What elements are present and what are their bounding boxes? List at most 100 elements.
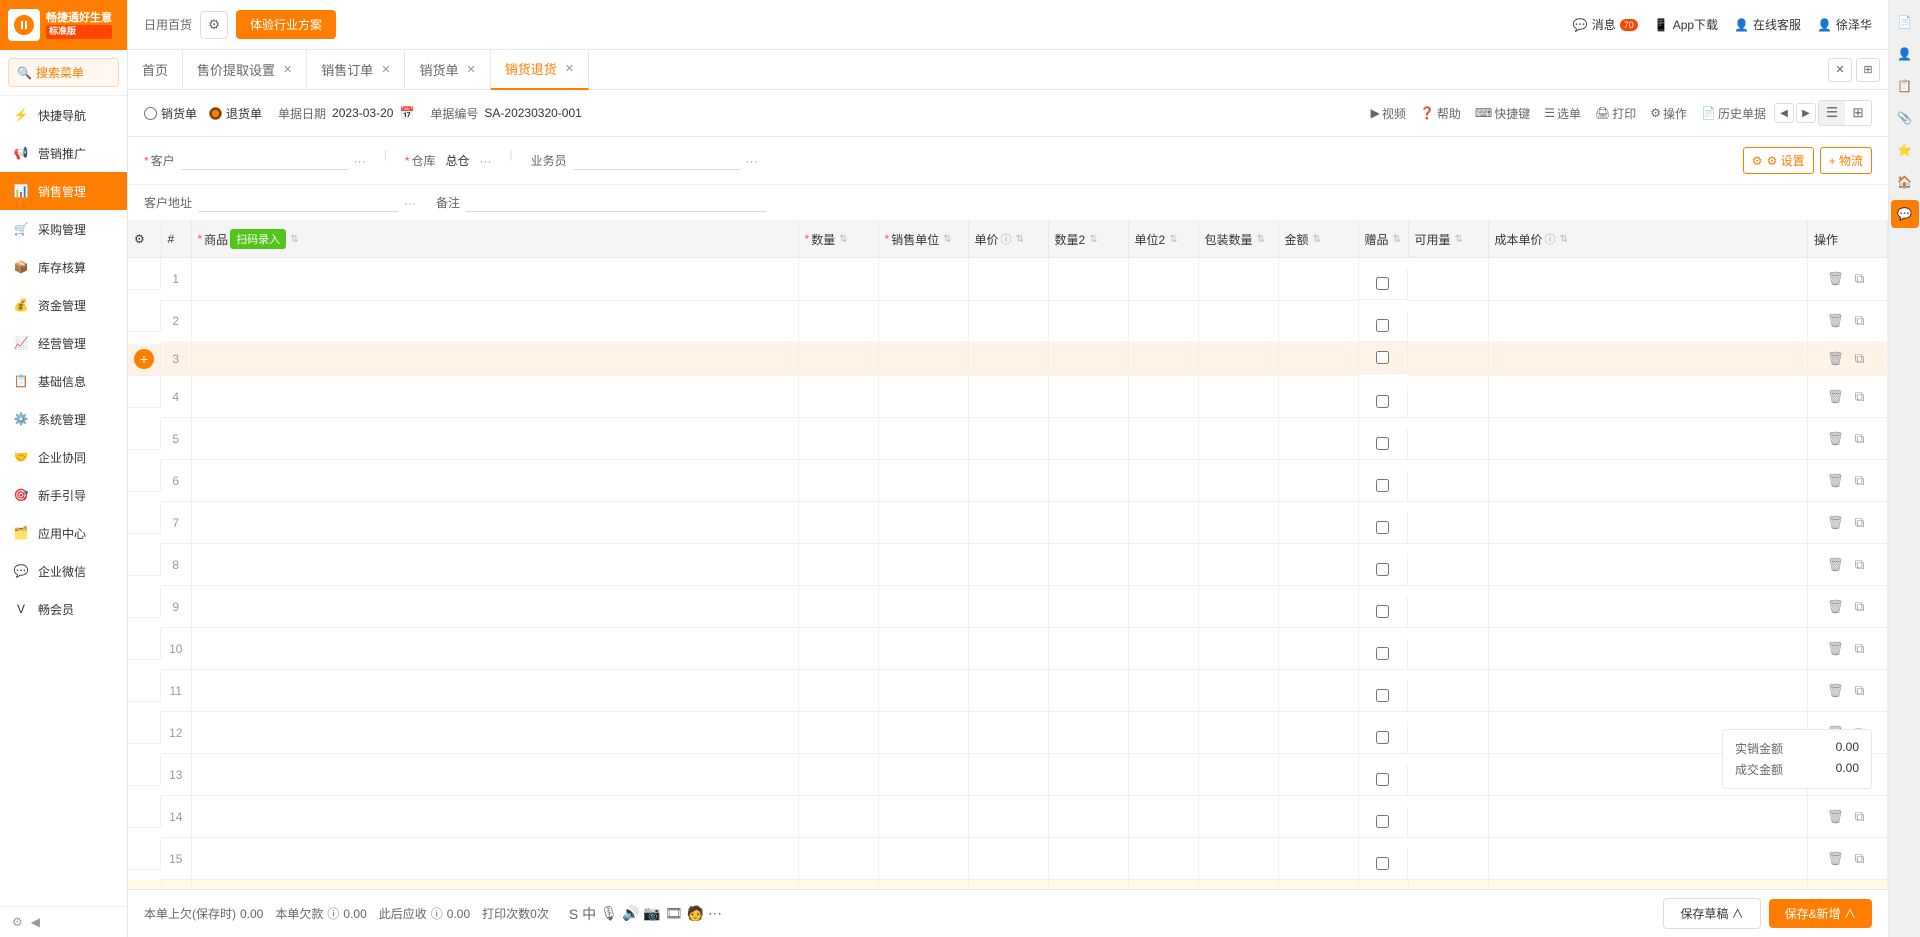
row-qty2[interactable]: [1048, 258, 1128, 301]
row-gift[interactable]: [1359, 848, 1409, 880]
row-quantity[interactable]: [798, 460, 878, 502]
delete-row-btn[interactable]: 🗑: [1826, 597, 1846, 617]
row-unit[interactable]: [878, 586, 968, 628]
row-unit[interactable]: [878, 796, 968, 838]
row-available[interactable]: [1408, 712, 1488, 754]
copy-row-btn[interactable]: ⧉: [1850, 387, 1870, 407]
save-new-button[interactable]: 保存&新增 ∧: [1769, 899, 1872, 928]
row-quantity[interactable]: [798, 418, 878, 460]
product-input[interactable]: [198, 351, 792, 366]
next-record-btn[interactable]: ▶: [1796, 103, 1816, 123]
sidebar-item-apps[interactable]: 🗂️ 应用中心: [0, 514, 127, 552]
row-pack-qty[interactable]: [1198, 754, 1278, 796]
right-icon-list[interactable]: 📋: [1891, 72, 1919, 100]
row-quantity[interactable]: [798, 376, 878, 418]
customer-dots[interactable]: ···: [354, 154, 366, 168]
row-qty2[interactable]: [1048, 796, 1128, 838]
row-gift[interactable]: [1359, 638, 1409, 670]
row-price[interactable]: [968, 376, 1048, 418]
row-price[interactable]: [968, 796, 1048, 838]
row-cost-price[interactable]: [1488, 796, 1807, 838]
copy-row-btn[interactable]: ⧉: [1850, 349, 1870, 369]
row-price[interactable]: [968, 670, 1048, 712]
row-available[interactable]: [1408, 258, 1488, 301]
messages-item[interactable]: 💬 消息 70: [1573, 16, 1638, 33]
row-cost-price[interactable]: [1488, 376, 1807, 418]
select-btn[interactable]: ☰ 选单: [1538, 102, 1587, 125]
tab-sales-delivery-close[interactable]: ✕: [467, 63, 476, 76]
app-download-item[interactable]: 📱 App下载: [1654, 16, 1718, 33]
row-unit[interactable]: [878, 544, 968, 586]
row-product[interactable]: [191, 544, 798, 586]
tab-close-all[interactable]: ✕: [1828, 58, 1852, 82]
gift-checkbox[interactable]: [1376, 563, 1389, 576]
row-available[interactable]: [1408, 754, 1488, 796]
row-cost-price[interactable]: [1488, 418, 1807, 460]
print-btn[interactable]: 🖨 打印: [1589, 102, 1642, 125]
radio-sales[interactable]: 销货单: [144, 105, 197, 122]
row-quantity[interactable]: [798, 754, 878, 796]
copy-row-btn[interactable]: ⧉: [1850, 807, 1870, 827]
row-product[interactable]: [191, 796, 798, 838]
row-quantity[interactable]: [798, 712, 878, 754]
row-qty2[interactable]: [1048, 460, 1128, 502]
row-product[interactable]: [191, 586, 798, 628]
sidebar-item-basic[interactable]: 📋 基础信息: [0, 362, 127, 400]
row-unit[interactable]: [878, 342, 968, 376]
row-cost-price[interactable]: [1488, 258, 1807, 301]
delete-row-btn[interactable]: 🗑: [1826, 311, 1846, 331]
row-product[interactable]: [191, 712, 798, 754]
row-price[interactable]: [968, 754, 1048, 796]
row-gift[interactable]: [1359, 268, 1409, 300]
row-gift[interactable]: [1359, 470, 1409, 502]
row-unit2[interactable]: [1128, 628, 1198, 670]
sidebar-item-purchase[interactable]: 🛒 采购管理: [0, 210, 127, 248]
row-amount[interactable]: [1278, 460, 1358, 502]
sidebar-item-sales[interactable]: 📊 销售管理: [0, 172, 127, 210]
row-unit2[interactable]: [1128, 544, 1198, 586]
row-product[interactable]: [191, 376, 798, 418]
calendar-icon[interactable]: 📅: [399, 106, 414, 120]
row-amount[interactable]: [1278, 418, 1358, 460]
row-price[interactable]: [968, 712, 1048, 754]
row-quantity[interactable]: [798, 670, 878, 712]
save-draft-button[interactable]: 保存草稿 ∧: [1663, 898, 1760, 929]
row-price[interactable]: [968, 586, 1048, 628]
gift-checkbox[interactable]: [1376, 395, 1389, 408]
row-cost-price[interactable]: [1488, 300, 1807, 342]
row-pack-qty[interactable]: [1198, 300, 1278, 342]
experience-button[interactable]: 体验行业方案: [236, 10, 336, 39]
settings-icon[interactable]: ⚙: [12, 915, 23, 929]
row-unit2[interactable]: [1128, 460, 1198, 502]
gift-checkbox[interactable]: [1376, 689, 1389, 702]
right-icon-star[interactable]: ⭐: [1891, 136, 1919, 164]
row-pack-qty[interactable]: [1198, 258, 1278, 301]
row-unit2[interactable]: [1128, 342, 1198, 376]
right-icon-person[interactable]: 👤: [1891, 40, 1919, 68]
row-unit[interactable]: [878, 502, 968, 544]
customer-input[interactable]: [181, 151, 348, 170]
row-qty2[interactable]: [1048, 712, 1128, 754]
header-settings-button[interactable]: ⚙: [200, 11, 228, 39]
row-available[interactable]: [1408, 460, 1488, 502]
sidebar-item-inventory[interactable]: 📦 库存核算: [0, 248, 127, 286]
row-pack-qty[interactable]: [1198, 460, 1278, 502]
row-amount[interactable]: [1278, 586, 1358, 628]
copy-row-btn[interactable]: ⧉: [1850, 429, 1870, 449]
row-gift[interactable]: [1359, 428, 1409, 460]
row-price[interactable]: [968, 258, 1048, 301]
row-gift[interactable]: [1359, 554, 1409, 586]
gift-checkbox[interactable]: [1376, 647, 1389, 660]
row-product[interactable]: [191, 258, 798, 301]
row-quantity[interactable]: [798, 300, 878, 342]
sidebar-item-marketing[interactable]: 📢 营销推广: [0, 134, 127, 172]
row-unit2[interactable]: [1128, 796, 1198, 838]
row-unit2[interactable]: [1128, 754, 1198, 796]
row-product[interactable]: [191, 300, 798, 342]
row-pack-qty[interactable]: [1198, 628, 1278, 670]
copy-row-btn[interactable]: ⧉: [1850, 513, 1870, 533]
right-icon-doc[interactable]: 📄: [1891, 8, 1919, 36]
delete-row-btn[interactable]: 🗑: [1826, 349, 1846, 369]
gift-checkbox[interactable]: [1376, 773, 1389, 786]
row-product[interactable]: [191, 838, 798, 880]
